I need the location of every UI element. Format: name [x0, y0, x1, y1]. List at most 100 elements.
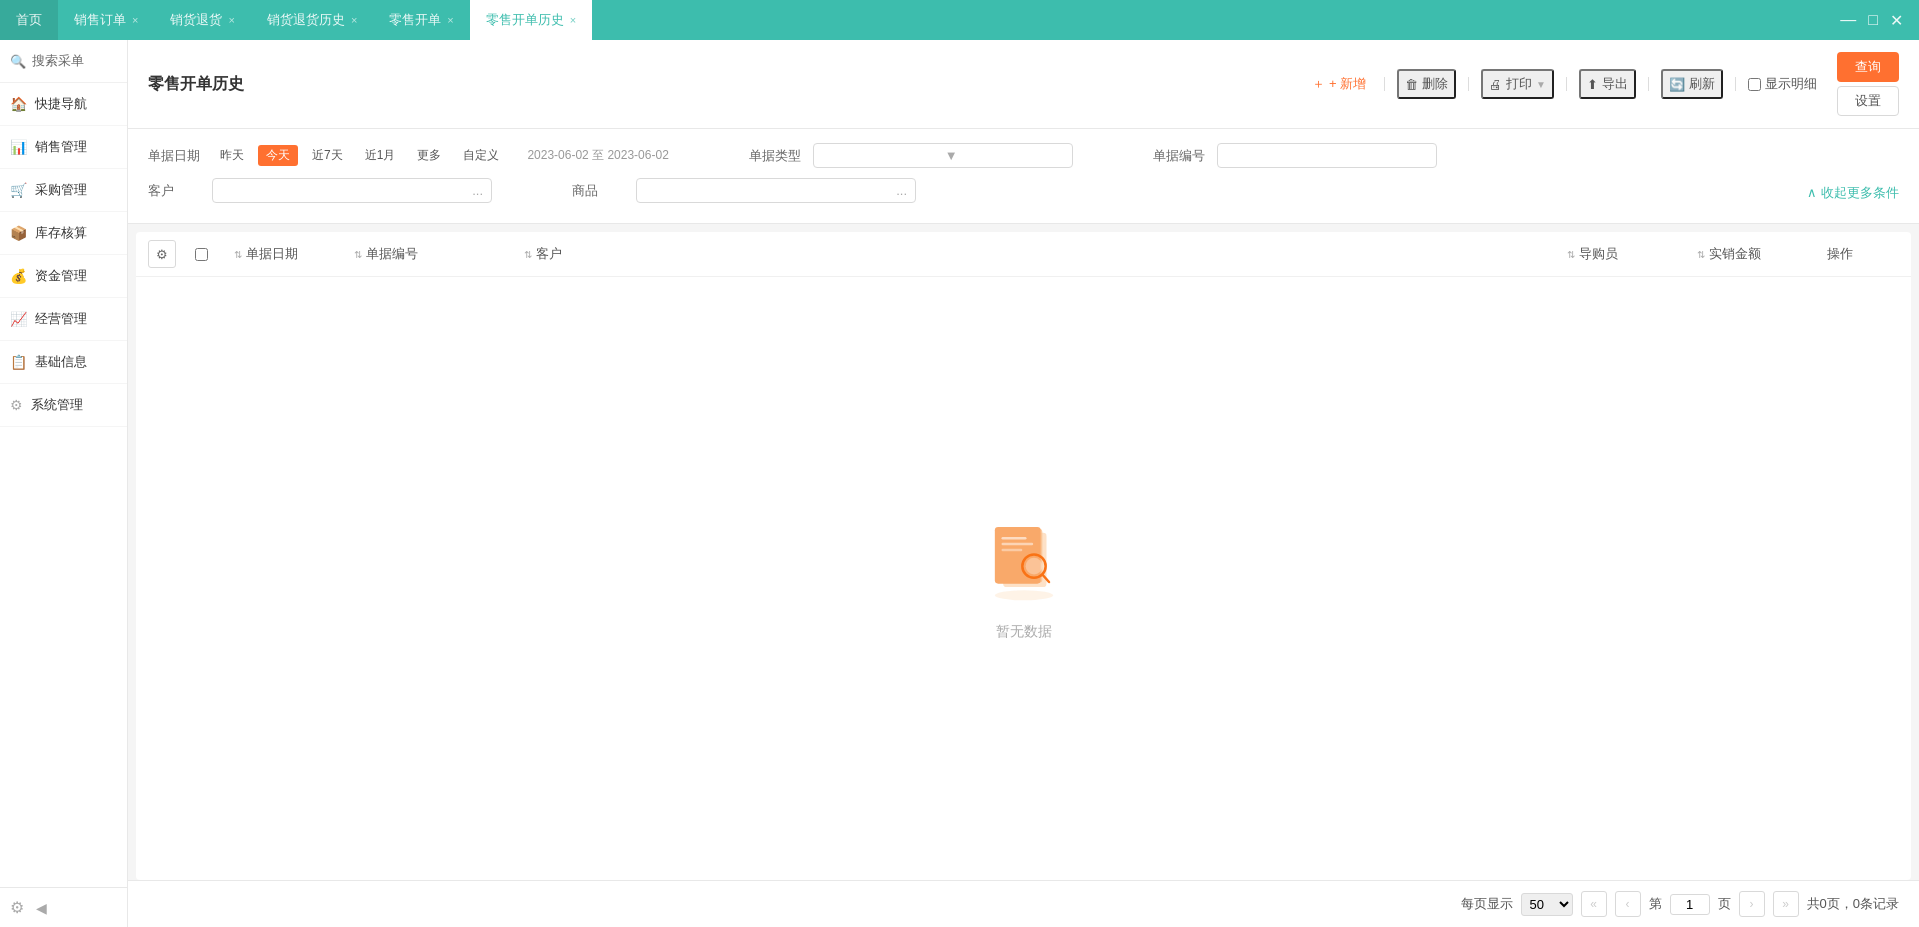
sort-icon-amount[interactable]: ⇅ — [1697, 249, 1705, 260]
filter-product-item: 商品 ... — [572, 178, 916, 203]
collapse-filters-btn[interactable]: ∧ 收起更多条件 — [1807, 184, 1899, 202]
query-button[interactable]: 查询 — [1837, 52, 1899, 82]
sidebar-item-basic-info[interactable]: 📋 基础信息 — [0, 341, 127, 384]
sort-icon-num[interactable]: ⇅ — [354, 249, 362, 260]
col-amount-label: 实销金额 — [1709, 245, 1761, 263]
svg-rect-5 — [1001, 542, 1033, 545]
show-detail-input[interactable] — [1748, 78, 1761, 91]
sort-icon-guide[interactable]: ⇅ — [1567, 249, 1575, 260]
date-option-month[interactable]: 近1月 — [357, 145, 404, 166]
print-icon: 🖨 — [1489, 77, 1502, 92]
tab-sales-order[interactable]: 销售订单 × — [58, 0, 154, 40]
col-header-amount: ⇅ 实销金额 — [1689, 245, 1809, 263]
export-label: 导出 — [1602, 75, 1628, 93]
window-maximize-btn[interactable]: □ — [1868, 11, 1878, 29]
settings-button[interactable]: 设置 — [1837, 86, 1899, 116]
tab-sales-return-history-close[interactable]: × — [351, 14, 357, 26]
collapse-label: 收起更多条件 — [1821, 184, 1899, 202]
inventory-icon: 📦 — [10, 225, 27, 241]
sidebar-item-sales-mgmt[interactable]: 📊 销售管理 — [0, 126, 127, 169]
sidebar-search[interactable]: 🔍 搜索采单 — [0, 40, 127, 83]
tab-sales-return-label: 销货退货 — [170, 11, 222, 29]
sidebar-item-quick-nav[interactable]: 🏠 快捷导航 — [0, 83, 127, 126]
sidebar-item-operation[interactable]: 📈 经营管理 — [0, 298, 127, 341]
page-label: 第 — [1649, 895, 1662, 913]
select-all-checkbox[interactable] — [195, 248, 208, 261]
sidebar-item-sys-mgmt[interactable]: ⚙ 系统管理 — [0, 384, 127, 427]
filter-date-range: 2023-06-02 至 2023-06-02 — [527, 147, 668, 164]
sidebar-collapse-btn[interactable]: ◀ — [36, 900, 47, 916]
collapse-up-icon: ∧ — [1807, 185, 1817, 200]
sidebar-settings-btn[interactable]: ⚙ — [10, 898, 24, 917]
date-option-yesterday[interactable]: 昨天 — [212, 145, 252, 166]
col-guide-label: 导购员 — [1579, 245, 1618, 263]
delete-button[interactable]: 🗑 删除 — [1397, 69, 1456, 99]
tab-retail-open[interactable]: 零售开单 × — [373, 0, 469, 40]
filter-doctype-select[interactable]: ▼ — [813, 143, 1073, 168]
tab-sales-order-close[interactable]: × — [132, 14, 138, 26]
sidebar-item-operation-label: 经营管理 — [35, 310, 87, 328]
tab-retail-open-history-close[interactable]: × — [570, 14, 576, 26]
tab-bar: 首页 销售订单 × 销货退货 × 销货退货历史 × 零售开单 × 零售开单历史 … — [0, 0, 1824, 40]
filter-doctype-label: 单据类型 — [749, 147, 805, 165]
tab-sales-return[interactable]: 销货退货 × — [154, 0, 250, 40]
refresh-button[interactable]: 🔄 刷新 — [1661, 69, 1723, 99]
sidebar-search-label: 搜索采单 — [32, 52, 84, 70]
action-divider-5 — [1735, 77, 1736, 91]
add-button[interactable]: ＋ + 新增 — [1306, 71, 1372, 97]
date-option-custom[interactable]: 自定义 — [455, 145, 507, 166]
tab-home[interactable]: 首页 — [0, 0, 58, 40]
col-header-num: ⇅ 单据编号 — [346, 245, 506, 263]
date-option-today[interactable]: 今天 — [258, 145, 298, 166]
filter-date-label: 单据日期 — [148, 147, 204, 165]
sidebar-item-finance[interactable]: 💰 资金管理 — [0, 255, 127, 298]
filter-area: 单据日期 昨天 今天 近7天 近1月 更多 自定义 2023-06-02 至 2… — [128, 129, 1919, 224]
date-option-week[interactable]: 近7天 — [304, 145, 351, 166]
sidebar-item-purchase-mgmt-label: 采购管理 — [35, 181, 87, 199]
col-op-label: 操作 — [1827, 245, 1853, 263]
page-size-select[interactable]: 50 10 20 100 — [1521, 893, 1573, 916]
page-next-btn[interactable]: › — [1739, 891, 1765, 917]
tab-sales-return-close[interactable]: × — [228, 14, 234, 26]
col-num-label: 单据编号 — [366, 245, 418, 263]
total-info: 共0页，0条记录 — [1807, 895, 1899, 913]
table-settings-btn[interactable]: ⚙ — [148, 240, 176, 268]
tab-sales-return-history[interactable]: 销货退货历史 × — [251, 0, 373, 40]
tab-retail-open-close[interactable]: × — [447, 14, 453, 26]
filter-date-item: 单据日期 昨天 今天 近7天 近1月 更多 自定义 — [148, 145, 507, 166]
table-toolbar: ⚙ ⇅ 单据日期 ⇅ 单据编号 ⇅ 客户 — [136, 232, 1911, 277]
sort-icon-customer[interactable]: ⇅ — [524, 249, 532, 260]
date-option-more[interactable]: 更多 — [409, 145, 449, 166]
filter-docnum-input[interactable] — [1217, 143, 1437, 168]
filter-customer-input[interactable]: ... — [212, 178, 492, 203]
filter-docnum-item: 单据编号 — [1153, 143, 1437, 168]
page-prev-btn[interactable]: ‹ — [1615, 891, 1641, 917]
page-first-btn[interactable]: « — [1581, 891, 1607, 917]
tab-retail-open-history[interactable]: 零售开单历史 × — [470, 0, 592, 40]
sidebar-item-inventory[interactable]: 📦 库存核算 — [0, 212, 127, 255]
print-button[interactable]: 🖨 打印 ▼ — [1481, 69, 1554, 99]
sidebar-item-purchase-mgmt[interactable]: 🛒 采购管理 — [0, 169, 127, 212]
col-header-op: 操作 — [1819, 245, 1899, 263]
page-last-btn[interactable]: » — [1773, 891, 1799, 917]
sort-icon-date[interactable]: ⇅ — [234, 249, 242, 260]
svg-point-8 — [1025, 557, 1042, 574]
show-detail-checkbox[interactable]: 显示明细 — [1748, 75, 1817, 93]
page-input[interactable] — [1670, 894, 1710, 915]
sidebar-item-inventory-label: 库存核算 — [35, 224, 87, 242]
window-minimize-btn[interactable]: — — [1840, 11, 1856, 29]
page-size-label: 每页显示 — [1461, 895, 1513, 913]
empty-state: 暂无数据 — [974, 517, 1074, 641]
table-wrapper: ⚙ ⇅ 单据日期 ⇅ 单据编号 ⇅ 客户 — [136, 232, 1911, 880]
col-header-guide: ⇅ 导购员 — [1559, 245, 1679, 263]
filter-product-input[interactable]: ... — [636, 178, 916, 203]
tab-retail-open-label: 零售开单 — [389, 11, 441, 29]
window-close-btn[interactable]: ✕ — [1890, 11, 1903, 30]
export-button[interactable]: ⬆ 导出 — [1579, 69, 1636, 99]
basic-info-icon: 📋 — [10, 354, 27, 370]
filter-date-options: 昨天 今天 近7天 近1月 更多 自定义 — [212, 145, 507, 166]
filter-doctype-item: 单据类型 ▼ — [749, 143, 1073, 168]
page-title: 零售开单历史 — [148, 74, 244, 95]
home-icon: 🏠 — [10, 96, 27, 112]
sys-mgmt-icon: ⚙ — [10, 397, 23, 413]
